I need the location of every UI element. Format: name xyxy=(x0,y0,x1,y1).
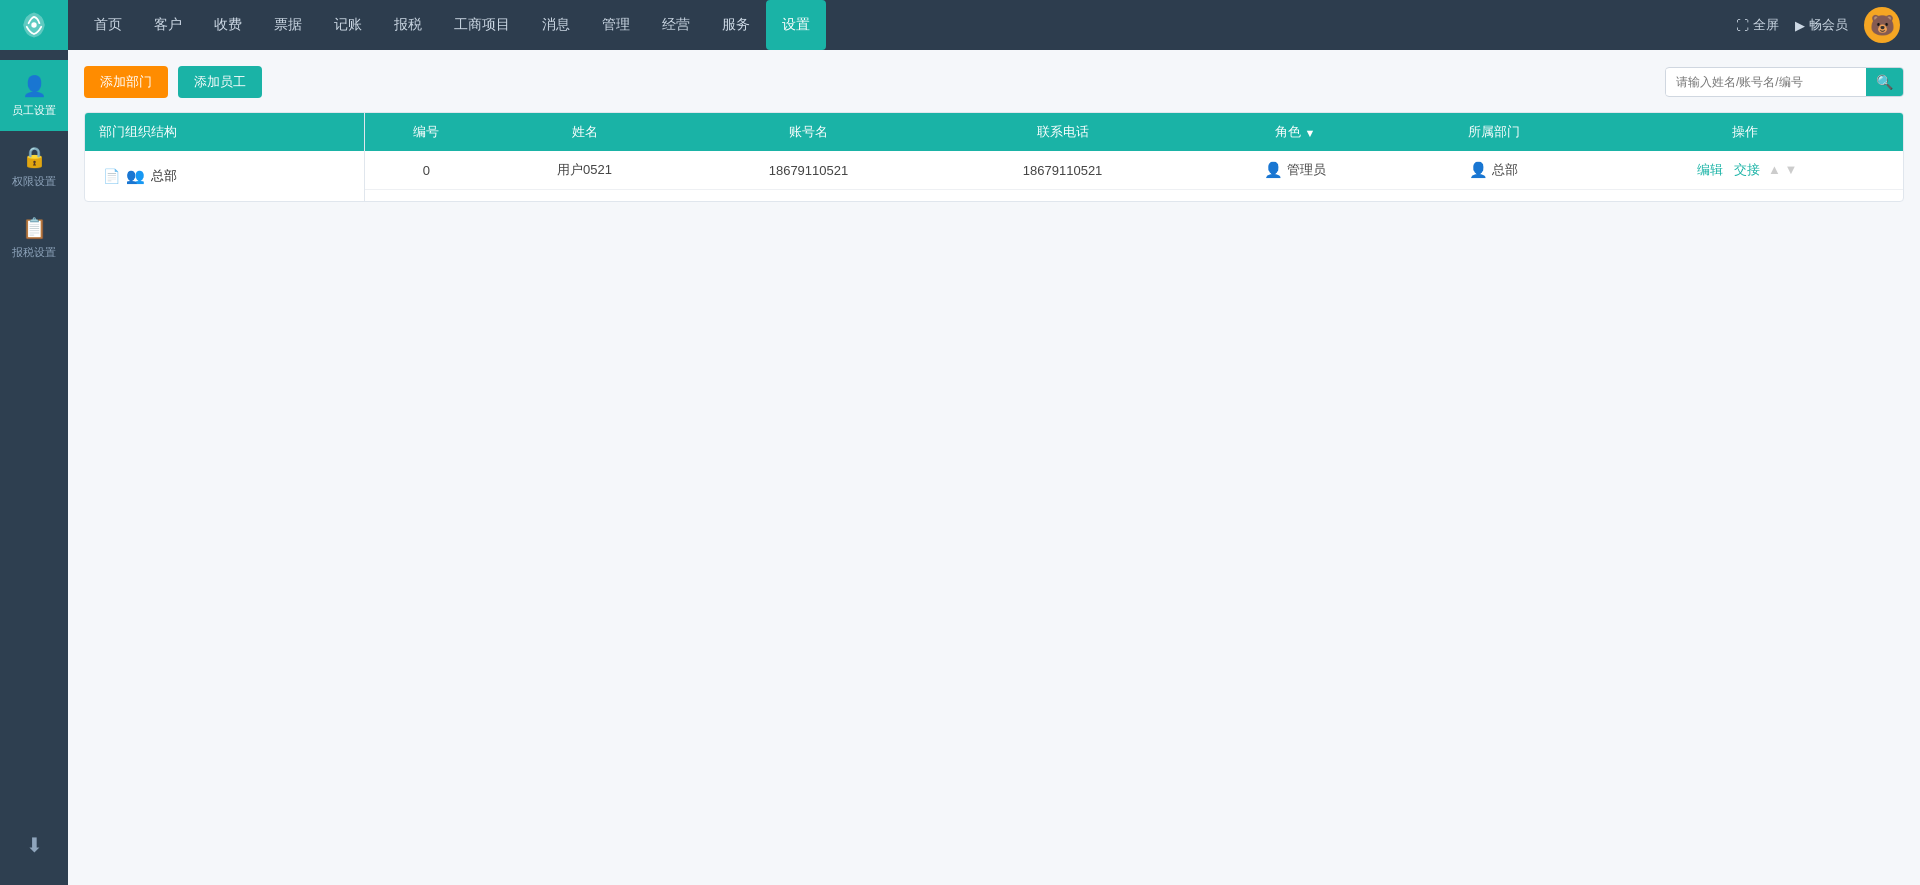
search-input[interactable] xyxy=(1666,69,1866,95)
employee-table: 编号 姓名 账号名 联系电话 角色 ▼ 所属部门 操作 xyxy=(365,113,1903,201)
add-dept-button[interactable]: 添加部门 xyxy=(84,66,168,98)
nav-item-home[interactable]: 首页 xyxy=(78,0,138,50)
logo[interactable] xyxy=(0,0,68,50)
col-name: 姓名 xyxy=(488,113,682,151)
col-actions: 操作 xyxy=(1587,113,1903,151)
search-box: 🔍 xyxy=(1665,67,1904,97)
role-label: 管理员 xyxy=(1287,161,1326,179)
nav-item-business[interactable]: 工商项目 xyxy=(438,0,526,50)
nav-item-operation[interactable]: 经营 xyxy=(646,0,706,50)
nav-item-fee[interactable]: 收费 xyxy=(198,0,258,50)
table-container: 部门组织结构 📄 👥 总部 编号 姓名 账号名 xyxy=(84,112,1904,202)
cell-id: 0 xyxy=(365,151,488,190)
emp-data-table: 编号 姓名 账号名 联系电话 角色 ▼ 所属部门 操作 xyxy=(365,113,1903,190)
cell-name: 用户0521 xyxy=(488,151,682,190)
col-account: 账号名 xyxy=(681,113,935,151)
tax-settings-icon: 📋 xyxy=(22,216,47,240)
fullscreen-icon: ⛶ xyxy=(1736,18,1749,33)
download-icon: ⬇ xyxy=(26,833,43,857)
edit-button[interactable]: 编辑 xyxy=(1697,162,1723,177)
content-area: 添加部门 添加员工 🔍 部门组织结构 📄 👥 总部 xyxy=(68,50,1920,885)
nav-item-manage[interactable]: 管理 xyxy=(586,0,646,50)
lock-icon: 🔒 xyxy=(22,145,47,169)
nav-item-service[interactable]: 服务 xyxy=(706,0,766,50)
cell-actions: 编辑 交接 ▲ ▼ xyxy=(1587,151,1903,190)
sidebar: 👤 员工设置 🔒 权限设置 📋 报税设置 ⬇ xyxy=(0,50,68,885)
cell-dept: 👤 总部 xyxy=(1401,151,1588,190)
member-label: 畅会员 xyxy=(1809,16,1848,34)
fullscreen-button[interactable]: ⛶ 全屏 xyxy=(1736,16,1779,34)
org-tree-item-root-label: 总部 xyxy=(151,167,177,185)
cell-phone: 18679110521 xyxy=(936,151,1190,190)
col-phone: 联系电话 xyxy=(936,113,1190,151)
main-layout: 👤 员工设置 🔒 权限设置 📋 报税设置 ⬇ 添加部门 添加员工 xyxy=(0,50,1920,885)
fullscreen-label: 全屏 xyxy=(1753,16,1779,34)
file-icon: 📄 xyxy=(103,168,120,184)
org-tree-body: 📄 👥 总部 xyxy=(85,151,364,201)
transfer-button[interactable]: 交接 xyxy=(1734,162,1760,177)
toolbar: 添加部门 添加员工 🔍 xyxy=(84,66,1904,98)
col-id: 编号 xyxy=(365,113,488,151)
nav-item-accounting[interactable]: 记账 xyxy=(318,0,378,50)
nav-item-message[interactable]: 消息 xyxy=(526,0,586,50)
dept-user-icon: 👤 xyxy=(1469,161,1488,179)
col-dept: 所属部门 xyxy=(1401,113,1588,151)
sidebar-item-permissions[interactable]: 🔒 权限设置 xyxy=(0,131,68,202)
col-role: 角色 ▼ xyxy=(1190,113,1401,151)
nav-item-settings[interactable]: 设置 xyxy=(766,0,826,50)
sidebar-taxsettings-label: 报税设置 xyxy=(12,246,56,259)
table-header-row: 编号 姓名 账号名 联系电话 角色 ▼ 所属部门 操作 xyxy=(365,113,1903,151)
org-tree-header: 部门组织结构 xyxy=(85,113,364,151)
org-tree-item-root[interactable]: 📄 👥 总部 xyxy=(95,161,354,191)
search-icon: 🔍 xyxy=(1876,74,1893,90)
role-cell-container: 👤 管理员 xyxy=(1202,161,1389,179)
nav-item-invoice[interactable]: 票据 xyxy=(258,0,318,50)
sidebar-download-button[interactable]: ⬇ xyxy=(22,819,47,871)
toolbar-left: 添加部门 添加员工 xyxy=(84,66,262,98)
nav-item-customer[interactable]: 客户 xyxy=(138,0,198,50)
add-employee-button[interactable]: 添加员工 xyxy=(178,66,262,98)
table-row: 0 用户0521 18679110521 18679110521 👤 管理员 xyxy=(365,151,1903,190)
employee-icon: 👤 xyxy=(22,74,47,98)
role-user-icon: 👤 xyxy=(1264,161,1283,179)
filter-icon[interactable]: ▼ xyxy=(1305,127,1316,139)
avatar[interactable]: 🐻 xyxy=(1864,7,1900,43)
nav-items: 首页 客户 收费 票据 记账 报税 工商项目 消息 管理 经营 服务 设置 xyxy=(68,0,1736,50)
cell-account: 18679110521 xyxy=(681,151,935,190)
sidebar-item-taxsettings[interactable]: 📋 报税设置 xyxy=(0,202,68,273)
row-scroll-down[interactable]: ▼ xyxy=(1785,162,1798,177)
row-scroll-up[interactable]: ▲ xyxy=(1768,162,1781,177)
member-button[interactable]: ▶ 畅会员 xyxy=(1795,16,1848,34)
nav-item-tax[interactable]: 报税 xyxy=(378,0,438,50)
top-navigation: 首页 客户 收费 票据 记账 报税 工商项目 消息 管理 经营 服务 设置 ⛶ … xyxy=(0,0,1920,50)
sidebar-employee-label: 员工设置 xyxy=(12,104,56,117)
user-group-icon: 👥 xyxy=(126,167,145,185)
col-role-label: 角色 xyxy=(1275,124,1301,139)
sidebar-permissions-label: 权限设置 xyxy=(12,175,56,188)
search-button[interactable]: 🔍 xyxy=(1866,68,1903,96)
dept-cell-container: 👤 总部 xyxy=(1413,161,1576,179)
org-tree: 部门组织结构 📄 👥 总部 xyxy=(85,113,365,201)
cell-role: 👤 管理员 xyxy=(1190,151,1401,190)
svg-point-0 xyxy=(31,22,36,27)
member-icon: ▶ xyxy=(1795,18,1805,33)
dept-label: 总部 xyxy=(1492,161,1518,179)
nav-right: ⛶ 全屏 ▶ 畅会员 🐻 xyxy=(1736,7,1920,43)
sidebar-item-employee[interactable]: 👤 员工设置 xyxy=(0,60,68,131)
